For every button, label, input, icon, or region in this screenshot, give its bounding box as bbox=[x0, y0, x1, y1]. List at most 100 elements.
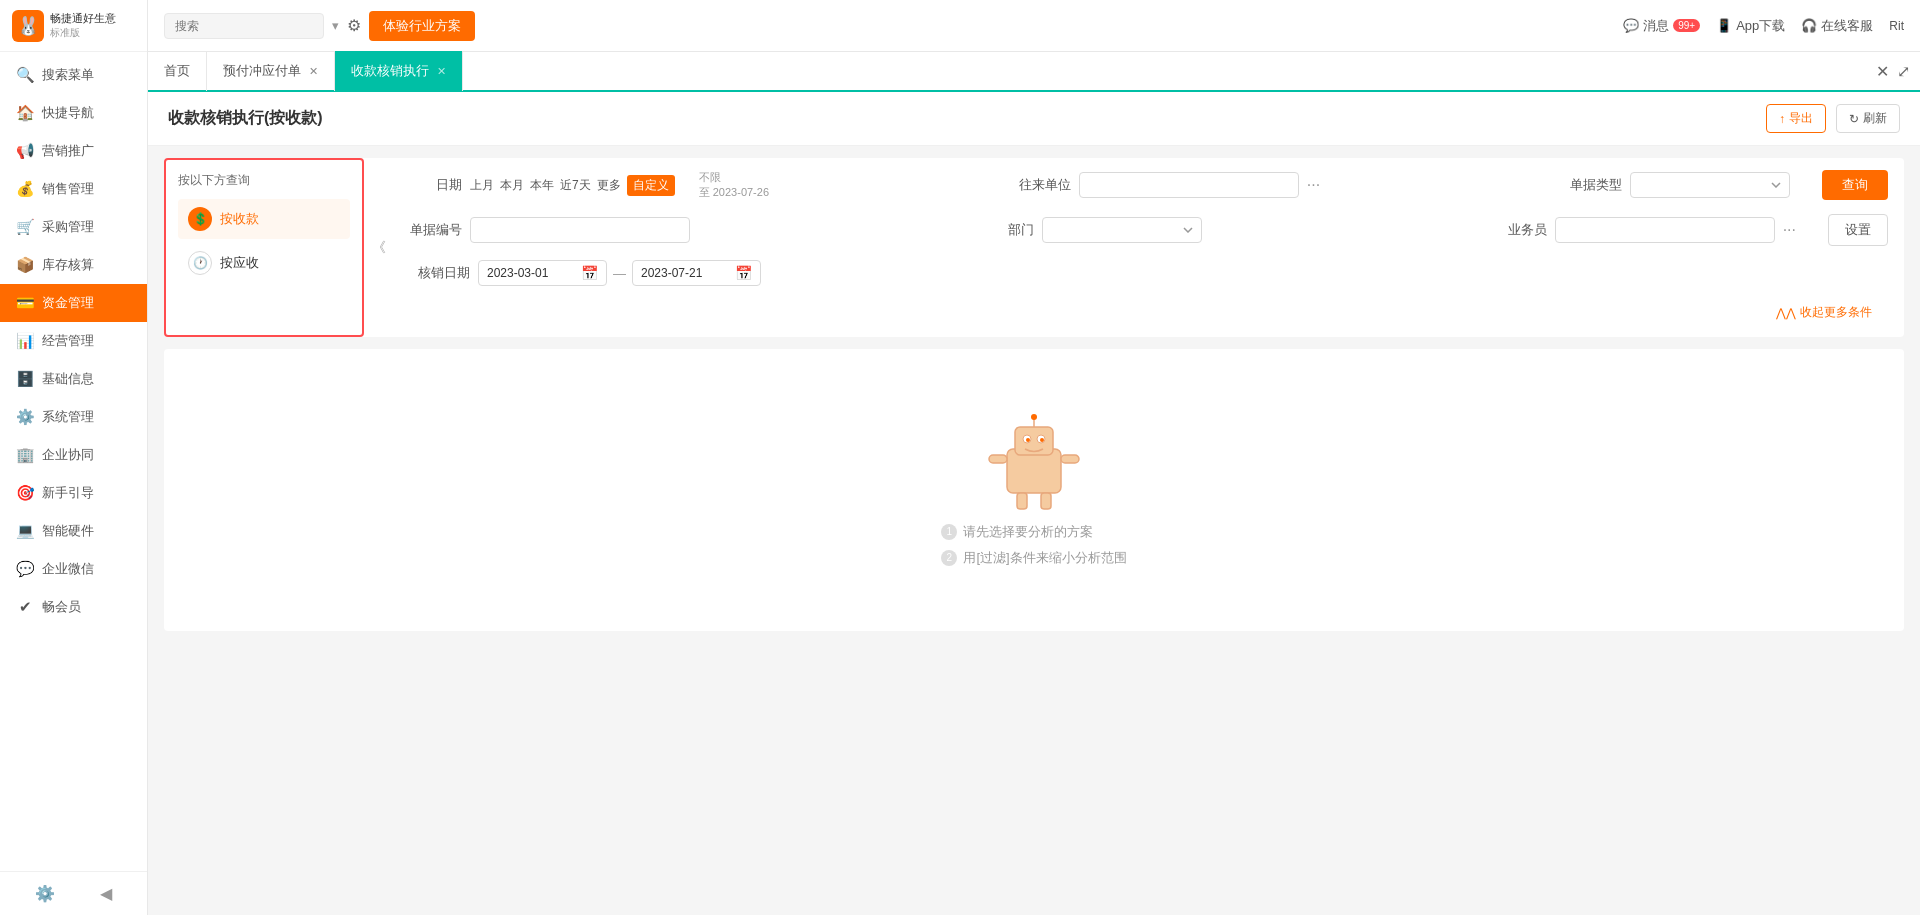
tab-prepay[interactable]: 预付冲应付单 ✕ bbox=[207, 51, 335, 91]
filter-option-by-receipt[interactable]: 💲 按收款 bbox=[178, 199, 350, 239]
topbar-gear-icon[interactable]: ⚙ bbox=[347, 16, 361, 35]
date-shortcut-last-7days[interactable]: 近7天 bbox=[560, 177, 591, 194]
tip-num-2: 2 bbox=[941, 550, 957, 566]
sidebar-item-label: 企业协同 bbox=[42, 446, 94, 464]
sidebar-item-basic[interactable]: 🗄️ 基础信息 bbox=[0, 360, 147, 398]
date-shortcut-more[interactable]: 更多 bbox=[597, 177, 621, 194]
sidebar-item-wechat[interactable]: 💬 企业微信 bbox=[0, 550, 147, 588]
counter-party-input[interactable] bbox=[1079, 172, 1299, 198]
query-btn-wrap: 查询 bbox=[1822, 170, 1888, 200]
svg-point-11 bbox=[1031, 414, 1037, 420]
tab-close-all-icon[interactable]: ✕ bbox=[1876, 62, 1889, 81]
app-download-btn[interactable]: 📱 App下载 bbox=[1716, 17, 1785, 35]
filter-field-date: 日期 上月 本月 本年 近7天 更多 自定义 bbox=[410, 175, 675, 196]
sidebar-item-marketing[interactable]: 📢 营销推广 bbox=[0, 132, 147, 170]
tab-receipt-writeoff-close-icon[interactable]: ✕ bbox=[437, 65, 446, 78]
tab-receipt-writeoff[interactable]: 收款核销执行 ✕ bbox=[335, 51, 463, 91]
svg-point-4 bbox=[1026, 438, 1030, 442]
sidebar-item-label: 新手引导 bbox=[42, 484, 94, 502]
topbar-right: 💬 消息 99+ 📱 App下载 🎧 在线客服 Rit bbox=[1623, 17, 1904, 35]
settings-bottom-btn[interactable]: ⚙️ bbox=[35, 884, 55, 903]
date-shortcut-this-year[interactable]: 本年 bbox=[530, 177, 554, 194]
collapse-sidebar-btn[interactable]: ◀︎ bbox=[100, 884, 112, 903]
refresh-btn[interactable]: ↻ 刷新 bbox=[1836, 104, 1900, 133]
sidebar-item-inventory[interactable]: 📦 库存核算 bbox=[0, 246, 147, 284]
filter-row-2: 单据编号 部门 业务员 bbox=[410, 214, 1888, 246]
doc-type-select[interactable] bbox=[1630, 172, 1790, 198]
collapse-more-wrap: ⋀⋀ 收起更多条件 bbox=[410, 300, 1888, 325]
collapse-more-label: 收起更多条件 bbox=[1800, 304, 1872, 321]
collapse-more-btn[interactable]: ⋀⋀ 收起更多条件 bbox=[1776, 300, 1872, 325]
search-icon: 🔍 bbox=[16, 66, 34, 84]
filter-field-doc-no: 单据编号 bbox=[410, 217, 690, 243]
filter-field-counter-party: 往来单位 ··· bbox=[1019, 172, 1320, 198]
tab-prepay-close-icon[interactable]: ✕ bbox=[309, 65, 318, 78]
service-icon: 🎧 bbox=[1801, 18, 1817, 33]
empty-tip-2-text: 用[过滤]条件来缩小分析范围 bbox=[963, 545, 1126, 571]
topbar-chevron-icon[interactable]: ▾ bbox=[332, 18, 339, 33]
date-shortcut-this-month[interactable]: 本月 bbox=[500, 177, 524, 194]
finance-icon: 💳 bbox=[16, 294, 34, 312]
enterprise-icon: 🏢 bbox=[16, 446, 34, 464]
topbar-left: ▾ ⚙ 体验行业方案 bbox=[164, 11, 475, 41]
writeoff-date-start-input[interactable] bbox=[487, 266, 577, 280]
filter-row-3: 核销日期 📅 — 📅 bbox=[410, 260, 1888, 286]
sidebar-item-system[interactable]: ⚙️ 系统管理 bbox=[0, 398, 147, 436]
filter-right: 日期 上月 本月 本年 近7天 更多 自定义 不限 至 2023-07-26 bbox=[394, 158, 1904, 337]
query-btn[interactable]: 查询 bbox=[1822, 170, 1888, 200]
filter-left-title: 按以下方查询 bbox=[178, 172, 350, 189]
empty-tip-2: 2 用[过滤]条件来缩小分析范围 bbox=[941, 545, 1126, 571]
filter-row-1: 日期 上月 本月 本年 近7天 更多 自定义 不限 至 2023-07-26 bbox=[410, 170, 1888, 200]
sidebar-item-label: 库存核算 bbox=[42, 256, 94, 274]
content-area: 收款核销执行(按收款) ↑ 导出 ↻ 刷新 按以下方查询 💲 按收款 bbox=[148, 92, 1920, 915]
sidebar-item-enterprise[interactable]: 🏢 企业协同 bbox=[0, 436, 147, 474]
sidebar-item-sales[interactable]: 💰 销售管理 bbox=[0, 170, 147, 208]
date-shortcut-last-month[interactable]: 上月 bbox=[470, 177, 494, 194]
sidebar-item-shortcuts[interactable]: 🏠 快捷导航 bbox=[0, 94, 147, 132]
sidebar-item-guide[interactable]: 🎯 新手引导 bbox=[0, 474, 147, 512]
tab-home[interactable]: 首页 bbox=[148, 51, 207, 91]
sidebar-item-label: 企业微信 bbox=[42, 560, 94, 578]
filter-option-by-receivable[interactable]: 🕐 按应收 bbox=[178, 243, 350, 283]
writeoff-date-start-calendar-icon[interactable]: 📅 bbox=[581, 265, 598, 281]
operation-icon: 📊 bbox=[16, 332, 34, 350]
tip-num-1: 1 bbox=[941, 524, 957, 540]
export-btn[interactable]: ↑ 导出 bbox=[1766, 104, 1826, 133]
filter-field-dept: 部门 bbox=[982, 217, 1202, 243]
logo-text-wrap: 畅捷通好生意 标准版 bbox=[50, 11, 116, 39]
tab-expand-icon[interactable]: ⤢ bbox=[1897, 62, 1910, 81]
setting-btn[interactable]: 设置 bbox=[1828, 214, 1888, 246]
online-service-btn[interactable]: 🎧 在线客服 bbox=[1801, 17, 1873, 35]
writeoff-date-end-input[interactable] bbox=[641, 266, 731, 280]
doc-no-input[interactable] bbox=[470, 217, 690, 243]
dept-label: 部门 bbox=[982, 221, 1034, 239]
staff-input[interactable] bbox=[1555, 217, 1775, 243]
message-btn[interactable]: 💬 消息 99+ bbox=[1623, 17, 1700, 35]
industry-btn[interactable]: 体验行业方案 bbox=[369, 11, 475, 41]
sidebar-item-search[interactable]: 🔍 搜索菜单 bbox=[0, 56, 147, 94]
sidebar-item-member[interactable]: ✔ 畅会员 bbox=[0, 588, 147, 626]
sidebar-item-purchase[interactable]: 🛒 采购管理 bbox=[0, 208, 147, 246]
sidebar-item-label: 销售管理 bbox=[42, 180, 94, 198]
sidebar-item-operation[interactable]: 📊 经营管理 bbox=[0, 322, 147, 360]
date-hint-wrap: 不限 至 2023-07-26 bbox=[699, 170, 769, 200]
svg-rect-8 bbox=[1017, 493, 1027, 509]
empty-robot-illustration bbox=[979, 409, 1089, 519]
guide-icon: 🎯 bbox=[16, 484, 34, 502]
user-name[interactable]: Rit bbox=[1889, 19, 1904, 33]
sidebar-item-finance[interactable]: 💳 资金管理 bbox=[0, 284, 147, 322]
date-shortcut-custom[interactable]: 自定义 bbox=[627, 175, 675, 196]
filter-collapse-btn[interactable]: 《 bbox=[364, 158, 394, 337]
setting-btn-wrap: 设置 bbox=[1828, 214, 1888, 246]
counter-party-dots-icon[interactable]: ··· bbox=[1307, 176, 1320, 194]
tabbar-actions: ✕ ⤢ bbox=[1866, 62, 1920, 81]
staff-dots-icon[interactable]: ··· bbox=[1783, 221, 1796, 239]
sidebar-item-hardware[interactable]: 💻 智能硬件 bbox=[0, 512, 147, 550]
topbar-search-input[interactable] bbox=[164, 13, 324, 39]
tab-prepay-label: 预付冲应付单 bbox=[223, 62, 301, 80]
dept-select[interactable] bbox=[1042, 217, 1202, 243]
writeoff-date-end-calendar-icon[interactable]: 📅 bbox=[735, 265, 752, 281]
logo-sub: 标准版 bbox=[50, 26, 116, 40]
date-sep: — bbox=[613, 266, 626, 281]
home-icon: 🏠 bbox=[16, 104, 34, 122]
